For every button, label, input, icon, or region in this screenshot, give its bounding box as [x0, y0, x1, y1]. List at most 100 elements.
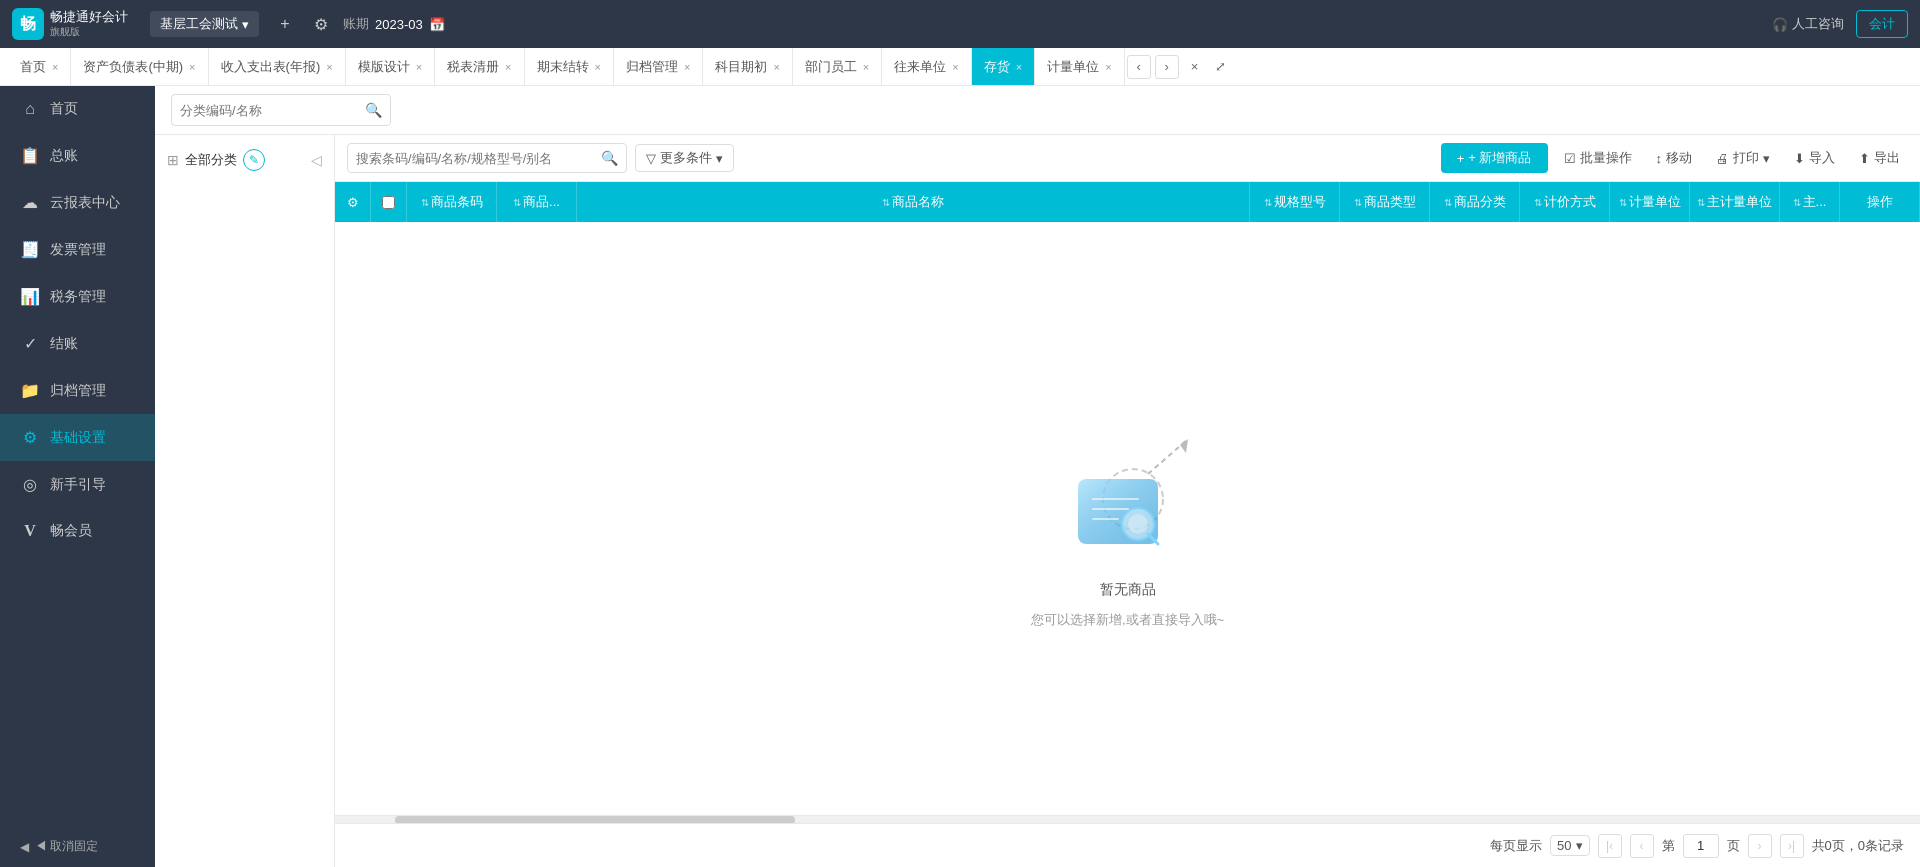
tab-close-all-button[interactable]: × — [1183, 55, 1207, 79]
th-checkbox[interactable] — [371, 182, 407, 222]
category-search-icon[interactable]: 🔍 — [365, 102, 382, 118]
th-category[interactable]: ⇅ 商品分类 — [1430, 182, 1520, 222]
tab-template[interactable]: 模版设计 × — [346, 48, 435, 86]
tab-close-icon[interactable]: × — [416, 61, 422, 73]
tab-close-icon[interactable]: × — [773, 61, 779, 73]
th-spec[interactable]: ⇅ 规格型号 — [1250, 182, 1340, 222]
account-button[interactable]: 会计 — [1856, 10, 1908, 38]
batch-button[interactable]: ☑ 批量操作 — [1556, 145, 1640, 171]
print-button[interactable]: 🖨 打印 ▾ — [1708, 145, 1778, 171]
sidebar-unpin-button[interactable]: ◀ ◀ 取消固定 — [0, 826, 155, 867]
main-search-input[interactable] — [356, 151, 597, 166]
th-price-method[interactable]: ⇅ 计价方式 — [1520, 182, 1610, 222]
tab-income[interactable]: 收入支出表(年报) × — [209, 48, 346, 86]
sidebar-item-ledger[interactable]: 📋 总账 — [0, 132, 155, 179]
tab-tax[interactable]: 税表清册 × — [435, 48, 524, 86]
member-icon: V — [20, 522, 40, 540]
th-main-unit[interactable]: ⇅ 主计量单位 — [1690, 182, 1780, 222]
tab-close-icon[interactable]: × — [505, 61, 511, 73]
tab-label: 资产负债表(中期) — [83, 58, 183, 76]
export-button[interactable]: ⬆ 导出 — [1851, 145, 1908, 171]
tab-next-button[interactable]: › — [1155, 55, 1179, 79]
tab-close-icon[interactable]: × — [52, 61, 58, 73]
service-button[interactable]: 🎧 人工咨询 — [1772, 15, 1844, 33]
scroll-track[interactable] — [335, 815, 1920, 823]
settings-icon: ⚙ — [20, 428, 40, 447]
main-search-icon[interactable]: 🔍 — [601, 150, 618, 166]
move-label: 移动 — [1666, 149, 1692, 167]
sort-icon: ⇅ — [421, 197, 429, 208]
tab-label: 归档管理 — [626, 58, 678, 76]
page-prev-button[interactable]: ‹ — [1630, 834, 1654, 858]
th-unit[interactable]: ⇅ 计量单位 — [1610, 182, 1690, 222]
calendar-icon[interactable]: 📅 — [429, 17, 445, 32]
sidebar-item-cloud[interactable]: ☁ 云报表中心 — [0, 179, 155, 226]
th-main-num[interactable]: ⇅ 主... — [1780, 182, 1840, 222]
sidebar-item-home[interactable]: ⌂ 首页 — [0, 86, 155, 132]
new-product-button[interactable]: + + 新增商品 — [1441, 143, 1548, 173]
category-search-input[interactable] — [180, 103, 361, 118]
tab-expand-button[interactable]: ⤢ — [1209, 55, 1233, 79]
per-page-select[interactable]: 50 ▾ — [1550, 835, 1589, 856]
pagination-bar: 每页显示 50 ▾ |‹ ‹ 第 页 › ›| 共0页，0条记录 — [335, 823, 1920, 867]
new-btn-label: + 新增商品 — [1468, 149, 1531, 167]
tab-close-icon[interactable]: × — [189, 61, 195, 73]
tab-close-icon[interactable]: × — [326, 61, 332, 73]
page-input[interactable] — [1683, 834, 1719, 858]
sidebar-item-guide[interactable]: ◎ 新手引导 — [0, 461, 155, 508]
sort-icon: ⇅ — [1534, 197, 1542, 208]
company-selector[interactable]: 基层工会测试 ▾ — [150, 11, 259, 37]
move-button[interactable]: ↕ 移动 — [1648, 145, 1701, 171]
category-label: 全部分类 — [185, 151, 237, 169]
filter-button[interactable]: ▽ 更多条件 ▾ — [635, 144, 734, 172]
sidebar-item-invoice[interactable]: 🧾 发票管理 — [0, 226, 155, 273]
tab-unit[interactable]: 计量单位 × — [1035, 48, 1124, 86]
logo-area: 畅 畅捷通好会计 旗舰版 — [12, 8, 142, 40]
tab-period-end[interactable]: 期末结转 × — [525, 48, 614, 86]
tab-subject[interactable]: 科目期初 × — [703, 48, 792, 86]
tab-close-icon[interactable]: × — [863, 61, 869, 73]
closing-icon: ✓ — [20, 334, 40, 353]
tab-close-icon[interactable]: × — [952, 61, 958, 73]
guide-icon: ◎ — [20, 475, 40, 494]
tab-archive[interactable]: 归档管理 × — [614, 48, 703, 86]
tab-close-icon[interactable]: × — [1016, 61, 1022, 73]
tab-home[interactable]: 首页 × — [8, 48, 71, 86]
th-barcode[interactable]: ⇅ 商品条码 — [407, 182, 497, 222]
category-collapse-button[interactable]: ◁ — [311, 152, 322, 168]
sidebar-item-label: 总账 — [50, 147, 78, 165]
th-name[interactable]: ⇅ 商品名称 — [577, 182, 1250, 222]
tab-prev-button[interactable]: ‹ — [1127, 55, 1151, 79]
page-next-button[interactable]: › — [1748, 834, 1772, 858]
page-first-button[interactable]: |‹ — [1598, 834, 1622, 858]
tab-vendor[interactable]: 往来单位 × — [882, 48, 971, 86]
category-edit-button[interactable]: ✎ — [243, 149, 265, 171]
th-code[interactable]: ⇅ 商品... — [497, 182, 577, 222]
page-last-button[interactable]: ›| — [1780, 834, 1804, 858]
sidebar-item-closing[interactable]: ✓ 结账 — [0, 320, 155, 367]
chevron-down-icon: ▾ — [716, 151, 723, 166]
tab-dept[interactable]: 部门员工 × — [793, 48, 882, 86]
settings-icon[interactable]: ⚙ — [307, 10, 335, 38]
th-settings[interactable]: ⚙ — [335, 182, 371, 222]
th-operations: 操作 — [1840, 182, 1920, 222]
th-type[interactable]: ⇅ 商品类型 — [1340, 182, 1430, 222]
sidebar-item-member[interactable]: V 畅会员 — [0, 508, 155, 554]
tab-inventory[interactable]: 存货 × — [972, 48, 1035, 86]
tab-close-icon[interactable]: × — [595, 61, 601, 73]
toolbar: 🔍 — [155, 86, 1920, 135]
sidebar: ⌂ 首页 📋 总账 ☁ 云报表中心 🧾 发票管理 📊 税务管理 ✓ 结账 📁 归… — [0, 86, 155, 867]
import-button[interactable]: ⬇ 导入 — [1786, 145, 1843, 171]
home-icon: ⌂ — [20, 100, 40, 118]
sidebar-item-tax[interactable]: 📊 税务管理 — [0, 273, 155, 320]
tab-label: 首页 — [20, 58, 46, 76]
tab-bar: 首页 × 资产负债表(中期) × 收入支出表(年报) × 模版设计 × 税表清册… — [0, 48, 1920, 86]
add-tab-button[interactable]: + — [271, 10, 299, 38]
select-all-checkbox[interactable] — [382, 196, 395, 209]
tab-close-icon[interactable]: × — [1105, 61, 1111, 73]
sidebar-item-settings[interactable]: ⚙ 基础设置 — [0, 414, 155, 461]
tab-balance[interactable]: 资产负债表(中期) × — [71, 48, 208, 86]
batch-icon: ☑ — [1564, 151, 1576, 166]
sidebar-item-archive[interactable]: 📁 归档管理 — [0, 367, 155, 414]
tab-close-icon[interactable]: × — [684, 61, 690, 73]
